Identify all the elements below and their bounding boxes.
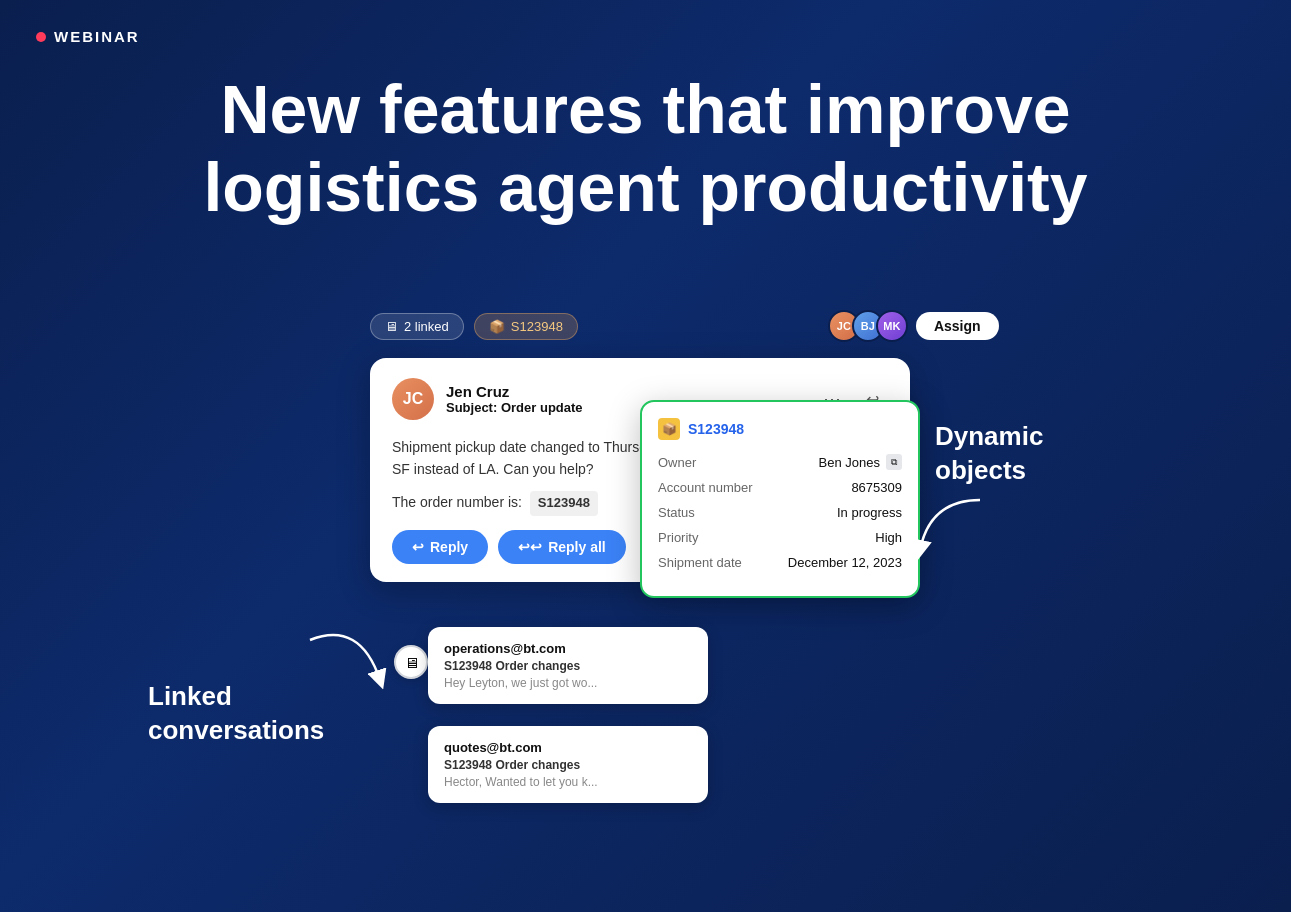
linked-icon: 🖥 [385,319,398,334]
assign-area: JC BJ MK Assign [828,310,999,342]
popup-row-owner: Owner Ben Jones ⧉ [658,454,902,470]
conv2-email: quotes@bt.com [444,740,692,755]
linked-conversation-1[interactable]: operations@bt.com S123948 Order changes … [428,627,708,704]
reply-all-arrow-icon: ↩↩ [518,539,542,555]
subject-text: Order update [501,400,583,415]
priority-label: Priority [658,530,698,545]
dynamic-arrow [910,490,990,570]
avatars-group: JC BJ MK [828,310,908,342]
popup-title: S123948 [688,421,744,437]
conv1-email: operations@bt.com [444,641,692,656]
popup-package-icon: 📦 [658,418,680,440]
assign-button[interactable]: Assign [916,312,999,340]
order-label: S123948 [511,319,563,334]
order-badge[interactable]: 📦 S123948 [474,313,578,340]
shipment-label: Shipment date [658,555,742,570]
avatar-3: MK [876,310,908,342]
sender-avatar: JC [392,378,434,420]
dynamic-popup: 📦 S123948 Owner Ben Jones ⧉ Account numb… [640,400,920,598]
linked-count: 2 linked [404,319,449,334]
linked-badge[interactable]: 🖥 2 linked [370,313,464,340]
dynamic-objects-label: Dynamic objects [935,420,1043,488]
linked-arrow [300,620,400,700]
owner-value: Ben Jones ⧉ [819,454,902,470]
popup-row-priority: Priority High [658,530,902,545]
order-icon: 📦 [489,319,505,334]
reply-label: Reply [430,539,468,555]
linked-line1: Linked [148,680,324,714]
conv2-subject: S123948 Order changes [444,758,692,772]
reply-all-label: Reply all [548,539,606,555]
conv1-preview: Hey Leyton, we just got wo... [444,676,692,690]
conv2-preview: Hector, Wanted to let you k... [444,775,692,789]
status-value: In progress [837,505,902,520]
reply-all-button[interactable]: ↩↩ Reply all [498,530,626,564]
subject-prefix: Subject: [446,400,497,415]
webinar-dot [36,32,46,42]
popup-row-account: Account number 8675309 [658,480,902,495]
dynamic-line2: objects [935,454,1043,488]
order-ref-prefix: The order number is: [392,494,522,510]
hero-line2: logistics agent productivity [80,148,1211,226]
webinar-label: WEBINAR [54,28,140,45]
dynamic-line1: Dynamic [935,420,1043,454]
linked-conversation-2[interactable]: quotes@bt.com S123948 Order changes Hect… [428,726,708,803]
copy-icon[interactable]: ⧉ [886,454,902,470]
linked-conversations-label: Linked conversations [148,680,324,748]
shipment-value: December 12, 2023 [788,555,902,570]
popup-row-status: Status In progress [658,505,902,520]
order-ref-inline: S123948 [530,491,598,516]
linked-line2: conversations [148,714,324,748]
priority-value: High [875,530,902,545]
reply-button[interactable]: ↩ Reply [392,530,488,564]
sender-name: Jen Cruz [446,383,804,400]
account-label: Account number [658,480,753,495]
reply-arrow-icon: ↩ [412,539,424,555]
popup-header: 📦 S123948 [658,418,902,440]
status-label: Status [658,505,695,520]
webinar-badge: WEBINAR [36,28,140,45]
owner-label: Owner [658,455,696,470]
hero-line1: New features that improve [80,70,1211,148]
hero-title: New features that improve logistics agen… [0,70,1291,226]
conv1-subject: S123948 Order changes [444,659,692,673]
account-value: 8675309 [851,480,902,495]
top-bar: 🖥 2 linked 📦 S123948 JC BJ MK Assign [370,310,759,342]
popup-row-shipment: Shipment date December 12, 2023 [658,555,902,570]
